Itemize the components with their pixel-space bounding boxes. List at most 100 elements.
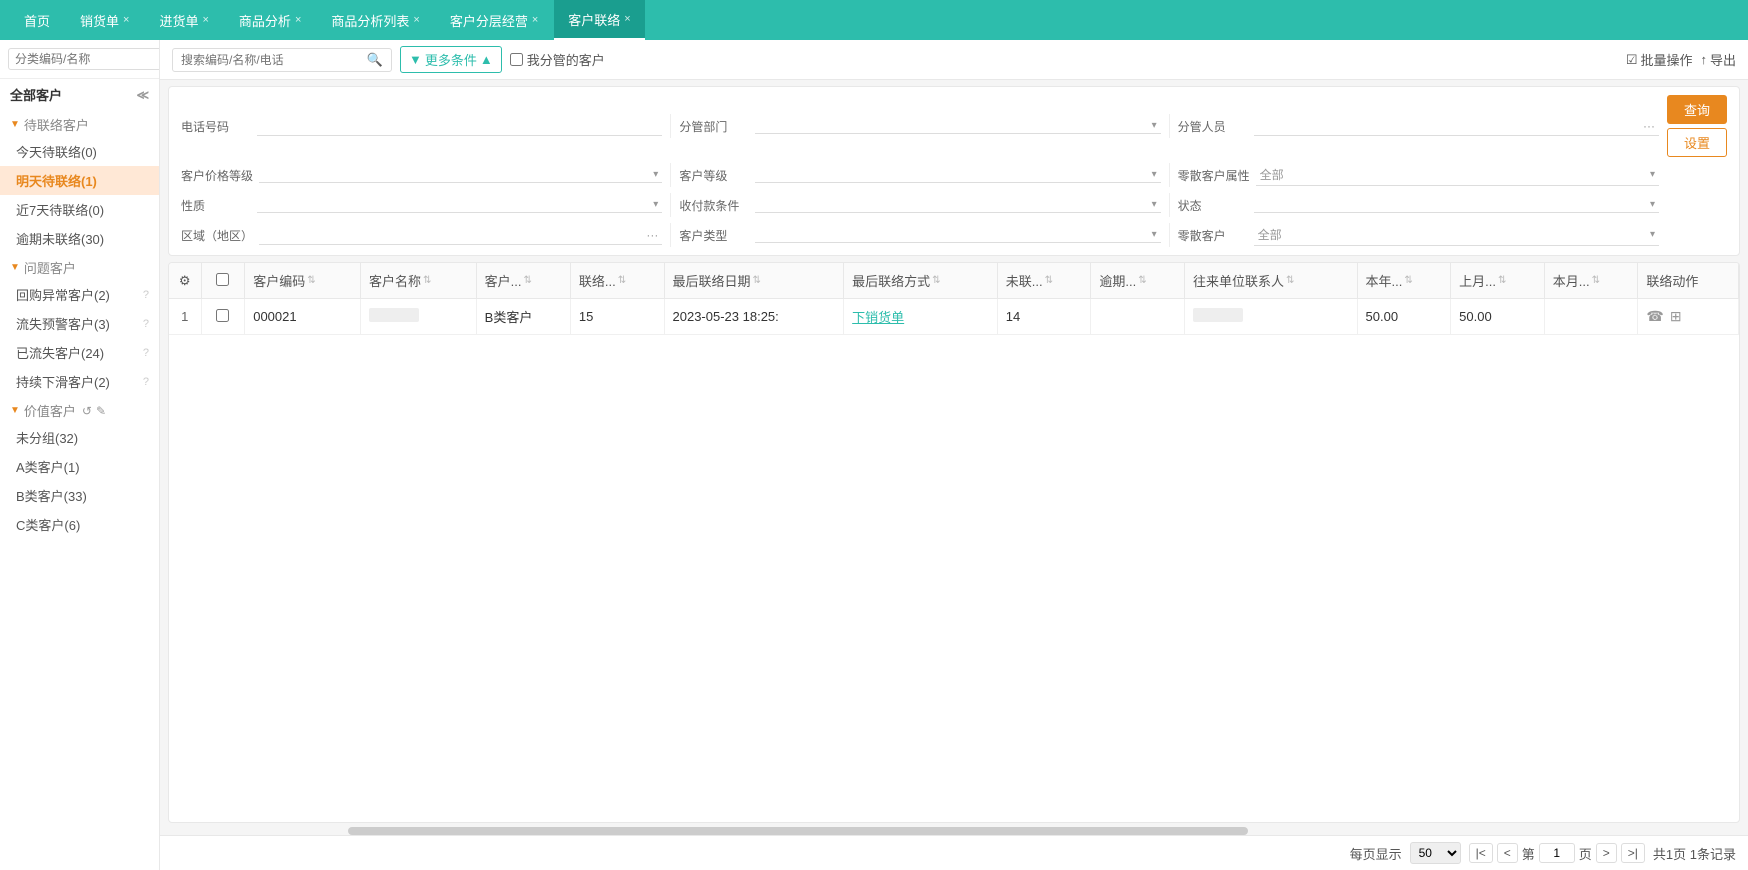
scrollbar-thumb[interactable]	[348, 827, 1248, 835]
close-icon[interactable]: ×	[532, 14, 538, 26]
section-pending-contact: ▼ 待联络客户	[0, 110, 159, 137]
filter-retail-attr: 零散客户属性 全部 ▾	[1178, 164, 1659, 186]
search-input[interactable]	[181, 53, 363, 67]
sort-icon: ⇅	[618, 275, 626, 286]
chevron-down-icon: ▾	[653, 199, 658, 210]
sidebar-item-today[interactable]: 今天待联络(0)	[0, 137, 159, 166]
grid-icon[interactable]: ⊞	[1670, 308, 1682, 325]
table-header-row: ⚙ 客户编码 ⇅ 客户名称	[169, 263, 1739, 299]
th-this-month: 本月... ⇅	[1544, 263, 1638, 299]
section-problem-customers: ▼ 问题客户	[0, 253, 159, 280]
batch-operation-btn[interactable]: ☑ 批量操作	[1626, 50, 1693, 69]
prev-page-btn[interactable]: <	[1497, 843, 1518, 863]
nav-item-purchase[interactable]: 进货单 ×	[145, 0, 222, 40]
th-code: 客户编码 ⇅	[245, 263, 361, 299]
nav-item-customer-tier[interactable]: 客户分层经营 ×	[436, 0, 552, 40]
filter-icon: ▼	[409, 52, 422, 67]
retail-customer-select[interactable]: 全部 ▾	[1254, 224, 1659, 246]
payment-select[interactable]: ▾	[755, 197, 1160, 213]
sidebar-item-churned[interactable]: 已流失客户(24) ?	[0, 338, 159, 367]
page-unit: 页	[1579, 844, 1592, 863]
region-select[interactable]: ···	[259, 226, 662, 245]
nav-item-sales[interactable]: 销货单 ×	[66, 0, 143, 40]
refresh-icon[interactable]: ↺	[82, 404, 92, 418]
sidebar-item-tomorrow[interactable]: 明天待联络(1)	[0, 166, 159, 195]
sidebar-item-c-class[interactable]: C类客户(6)	[0, 510, 159, 539]
action-buttons: 查询 设置	[1667, 95, 1727, 157]
per-page-select[interactable]: 50 100 200	[1410, 842, 1461, 864]
help-icon[interactable]: ?	[143, 318, 149, 330]
content-area: 🔍 ▼ 更多条件 ▲ 我分管的客户 ☑ 批量操作 ↑ 导出	[160, 40, 1748, 870]
export-btn[interactable]: ↑ 导出	[1700, 50, 1736, 69]
close-icon[interactable]: ×	[624, 13, 630, 25]
page-input[interactable]	[1539, 843, 1575, 863]
help-icon[interactable]: ?	[143, 376, 149, 388]
export-icon: ↑	[1700, 52, 1707, 67]
status-select[interactable]: ▾	[1254, 197, 1659, 213]
table-row: 1 000021 B类客户 15 2023-05-23 18:25: 下销货单	[169, 299, 1739, 335]
sidebar-item-repurchase-abnormal[interactable]: 回购异常客户(2) ?	[0, 280, 159, 309]
filter-status: 状态 ▾	[1178, 197, 1659, 214]
close-icon[interactable]: ×	[413, 14, 419, 26]
cell-last-method: 下销货单	[844, 299, 998, 335]
sidebar-item-7days[interactable]: 近7天待联络(0)	[0, 195, 159, 224]
sidebar-item-a-class[interactable]: A类客户(1)	[0, 452, 159, 481]
dept-select[interactable]: ▾	[755, 118, 1160, 134]
retail-attr-select[interactable]: 全部 ▾	[1256, 164, 1659, 186]
manager-select[interactable]: ···	[1254, 117, 1659, 136]
my-customer-checkbox[interactable]	[510, 53, 523, 66]
customer-table: ⚙ 客户编码 ⇅ 客户名称	[169, 263, 1739, 335]
ellipsis-icon[interactable]: ···	[646, 228, 658, 242]
more-filter-btn[interactable]: ▼ 更多条件 ▲	[400, 46, 502, 73]
price-grade-select[interactable]: ▾	[259, 167, 662, 183]
th-settings[interactable]: ⚙	[169, 263, 201, 299]
row-checkbox[interactable]	[216, 309, 229, 322]
horizontal-scrollbar[interactable]	[168, 827, 1740, 835]
nature-select[interactable]: ▾	[257, 197, 662, 213]
cell-contact-count: 15	[570, 299, 664, 335]
ellipsis-icon[interactable]: ···	[1643, 119, 1655, 133]
chevron-down-icon: ▾	[1152, 199, 1157, 210]
settings-button[interactable]: 设置	[1667, 128, 1727, 157]
customer-type-select[interactable]: ▾	[755, 227, 1160, 243]
nav-home[interactable]: 首页	[10, 0, 64, 40]
help-icon[interactable]: ?	[143, 289, 149, 301]
last-page-btn[interactable]: >|	[1621, 843, 1645, 863]
search-icon-btn[interactable]: 🔍	[367, 52, 383, 68]
close-icon[interactable]: ×	[202, 14, 208, 26]
all-customers-header[interactable]: 全部客户 ≪	[0, 79, 159, 110]
page-nav: |< < 第 页 > >|	[1469, 843, 1645, 863]
sort-icon: ⇅	[524, 275, 532, 286]
chevron-down-icon: ▾	[1152, 169, 1157, 180]
phone-input[interactable]	[257, 117, 662, 136]
help-icon[interactable]: ?	[143, 347, 149, 359]
nav-item-analysis[interactable]: 商品分析 ×	[225, 0, 315, 40]
sidebar-item-b-class[interactable]: B类客户(33)	[0, 481, 159, 510]
first-page-btn[interactable]: |<	[1469, 843, 1493, 863]
chevron-down-icon: ▾	[1650, 199, 1655, 210]
close-icon[interactable]: ×	[123, 14, 129, 26]
chevron-up-icon: ▲	[480, 52, 493, 67]
my-customer-checkbox-wrap[interactable]: 我分管的客户	[510, 50, 605, 69]
query-button[interactable]: 查询	[1667, 95, 1727, 124]
last-method-link[interactable]: 下销货单	[852, 310, 904, 325]
sidebar-item-overdue[interactable]: 逾期未联络(30)	[0, 224, 159, 253]
customer-grade-select[interactable]: ▾	[755, 167, 1160, 183]
sidebar-item-ungrouped[interactable]: 未分组(32)	[0, 423, 159, 452]
phone-icon[interactable]: ☎	[1646, 308, 1663, 325]
sort-icon: ⇅	[1404, 275, 1412, 286]
nav-item-customer-contact[interactable]: 客户联络 ×	[554, 0, 644, 40]
chevron-down-icon: ▾	[653, 169, 658, 180]
filter-row-1: 电话号码 分管部门 ▾ 分管人员 ···	[181, 95, 1727, 157]
edit-icon[interactable]: ✎	[96, 404, 106, 418]
chevron-down-icon: ▾	[1650, 169, 1655, 180]
next-page-btn[interactable]: >	[1596, 843, 1617, 863]
sidebar-item-churn-warning[interactable]: 流失预警客户(3) ?	[0, 309, 159, 338]
select-all-checkbox[interactable]	[216, 273, 229, 286]
close-icon[interactable]: ×	[295, 14, 301, 26]
divider	[1169, 223, 1170, 247]
nav-item-analysis-list[interactable]: 商品分析列表 ×	[317, 0, 433, 40]
sidebar-item-declining[interactable]: 持续下滑客户(2) ?	[0, 367, 159, 396]
sidebar-search-input[interactable]	[8, 48, 160, 70]
cell-this-year: 50.00	[1357, 299, 1451, 335]
